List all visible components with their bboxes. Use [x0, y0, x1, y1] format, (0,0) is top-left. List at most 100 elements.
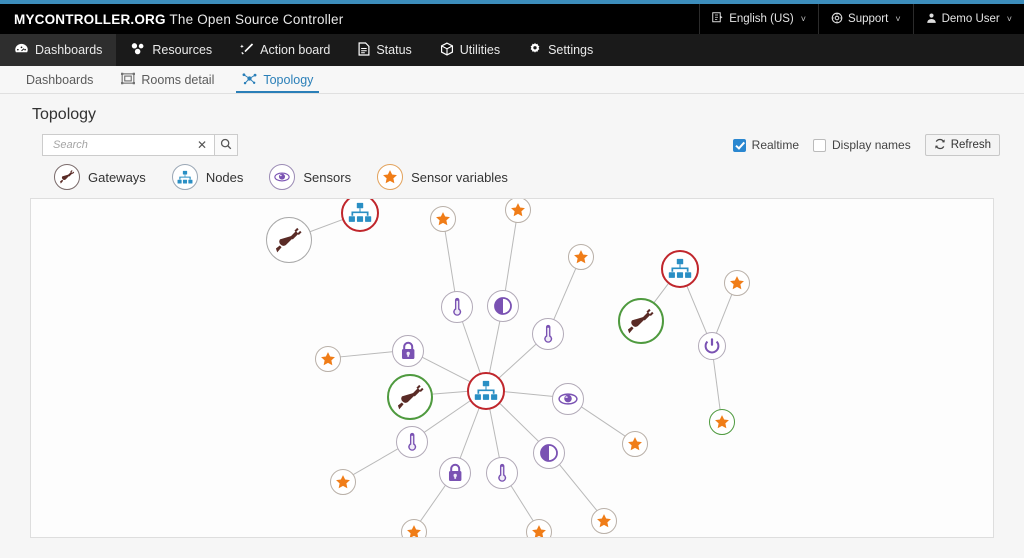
masthead-right: English (US) ˅ Support ˅ Demo User ˅ — [699, 4, 1024, 34]
lock-icon — [400, 341, 416, 361]
graph-node-node[interactable] — [467, 372, 506, 410]
toolbar: ✕ Realtime Display names Refresh — [42, 134, 1002, 156]
thermometer-icon — [451, 297, 463, 317]
power-icon — [703, 337, 721, 355]
graph-node-sensor[interactable] — [392, 335, 425, 367]
display-names-checkbox[interactable] — [813, 138, 827, 152]
graph-edges — [288, 209, 737, 531]
box-icon — [440, 41, 454, 59]
graph-node-sensor[interactable] — [396, 426, 429, 458]
graph-node-sensor[interactable] — [486, 457, 519, 489]
graph-node-node[interactable] — [660, 250, 699, 288]
topology-icon — [242, 72, 257, 88]
search-box[interactable]: ✕ — [42, 134, 214, 156]
chevron-down-icon: ˅ — [1006, 14, 1012, 24]
legend-item-sensor-variables[interactable]: Sensor variables — [377, 164, 508, 190]
graph-node-variable[interactable] — [708, 409, 735, 435]
brand[interactable]: MYCONTROLLER.ORG The Open Source Control… — [0, 12, 343, 27]
graph-node-variable[interactable] — [525, 519, 552, 537]
sub-navigation: Dashboards Rooms detail Topology — [0, 66, 1024, 94]
main-navigation: Dashboards Resources Action board Status… — [0, 34, 1024, 66]
document-icon — [358, 41, 370, 59]
graph-node-sensor[interactable] — [487, 290, 520, 322]
graph-node-sensor[interactable] — [551, 383, 584, 415]
subnav-item-topology[interactable]: Topology — [228, 66, 327, 93]
nav-item-utilities[interactable]: Utilities — [426, 34, 514, 66]
nav-item-resources[interactable]: Resources — [116, 34, 226, 66]
halfmoon-icon — [493, 296, 513, 316]
graph-node-sensor[interactable] — [532, 437, 565, 469]
nav-label: Settings — [548, 43, 594, 57]
legend-item-gateways[interactable]: Gateways — [54, 164, 146, 190]
display-names-label: Display names — [832, 138, 911, 152]
graph-node-gateway[interactable] — [265, 217, 312, 263]
user-menu[interactable]: Demo User ˅ — [912, 4, 1024, 34]
support-menu[interactable]: Support ˅ — [818, 4, 913, 34]
graph-node-variable[interactable] — [590, 508, 617, 534]
realtime-toggle[interactable]: Realtime — [732, 138, 800, 152]
star-icon — [573, 249, 589, 265]
refresh-label: Refresh — [950, 139, 991, 151]
star-icon — [406, 524, 422, 537]
nav-label: Action board — [260, 43, 331, 57]
legend-item-nodes[interactable]: Nodes — [171, 164, 243, 190]
search-button[interactable] — [214, 134, 238, 156]
star-icon — [729, 275, 745, 291]
graph-node-sensor[interactable] — [441, 291, 474, 323]
nav-item-status[interactable]: Status — [344, 34, 425, 66]
plug-icon — [396, 383, 425, 412]
graph-node-variable[interactable] — [723, 270, 750, 296]
graph-node-sensor[interactable] — [697, 332, 726, 360]
graph-node-sensor[interactable] — [531, 318, 564, 350]
topology-graph[interactable] — [30, 198, 994, 538]
display-names-toggle[interactable]: Display names — [813, 138, 911, 152]
nav-item-dashboards[interactable]: Dashboards — [0, 34, 117, 66]
search-input[interactable] — [51, 138, 194, 152]
graph-node-gateway[interactable] — [617, 298, 664, 344]
realtime-checkbox[interactable] — [732, 138, 746, 152]
star-icon — [377, 164, 404, 190]
subnav-item-rooms-detail[interactable]: Rooms detail — [107, 66, 228, 93]
nav-item-action-board[interactable]: Action board — [226, 34, 344, 66]
dashboard-icon — [14, 42, 29, 58]
legend-label: Sensors — [303, 169, 352, 185]
graph-node-variable[interactable] — [567, 244, 594, 270]
realtime-label: Realtime — [751, 138, 800, 152]
support-label: Support — [848, 13, 889, 25]
star-icon — [531, 524, 547, 537]
subnav-label: Rooms detail — [141, 72, 215, 87]
masthead: MYCONTROLLER.ORG The Open Source Control… — [0, 4, 1024, 34]
nav-label: Dashboards — [35, 43, 103, 57]
wand-icon — [240, 42, 254, 58]
sitemap-icon — [668, 258, 692, 280]
star-icon — [596, 513, 612, 529]
resources-icon — [130, 42, 146, 58]
page-content: Topology ✕ Realtime Display names — [0, 94, 1024, 558]
subnav-label: Topology — [263, 72, 314, 87]
lock-icon — [447, 463, 463, 483]
language-menu[interactable]: English (US) ˅ — [699, 4, 818, 34]
graph-node-variable[interactable] — [430, 206, 457, 232]
legend-label: Gateways — [88, 169, 146, 185]
graph-node-variable[interactable] — [505, 199, 531, 223]
thermometer-icon — [542, 324, 554, 344]
graph-node-sensor[interactable] — [439, 457, 472, 489]
user-icon — [926, 12, 937, 27]
nav-item-settings[interactable]: Settings — [514, 34, 607, 66]
legend-item-sensors[interactable]: Sensors — [269, 164, 351, 190]
star-icon — [627, 436, 643, 452]
star-icon — [435, 211, 451, 227]
toolbar-right: Realtime Display names Refresh — [732, 134, 1000, 156]
language-icon — [712, 11, 724, 27]
sitemap-icon — [348, 202, 372, 224]
legend: Gateways Nodes Sensors Sensor variables — [54, 164, 1002, 190]
graph-node-variable[interactable] — [621, 431, 648, 457]
brand-tagline: The Open Source Controller — [169, 11, 344, 27]
chevron-down-icon: ˅ — [800, 14, 807, 24]
subnav-item-dashboards[interactable]: Dashboards — [12, 66, 107, 93]
refresh-button[interactable]: Refresh — [924, 134, 1000, 156]
gear-icon — [528, 42, 542, 59]
graph-node-gateway[interactable] — [387, 374, 434, 420]
clear-icon[interactable]: ✕ — [194, 139, 210, 151]
rooms-icon — [121, 72, 136, 88]
